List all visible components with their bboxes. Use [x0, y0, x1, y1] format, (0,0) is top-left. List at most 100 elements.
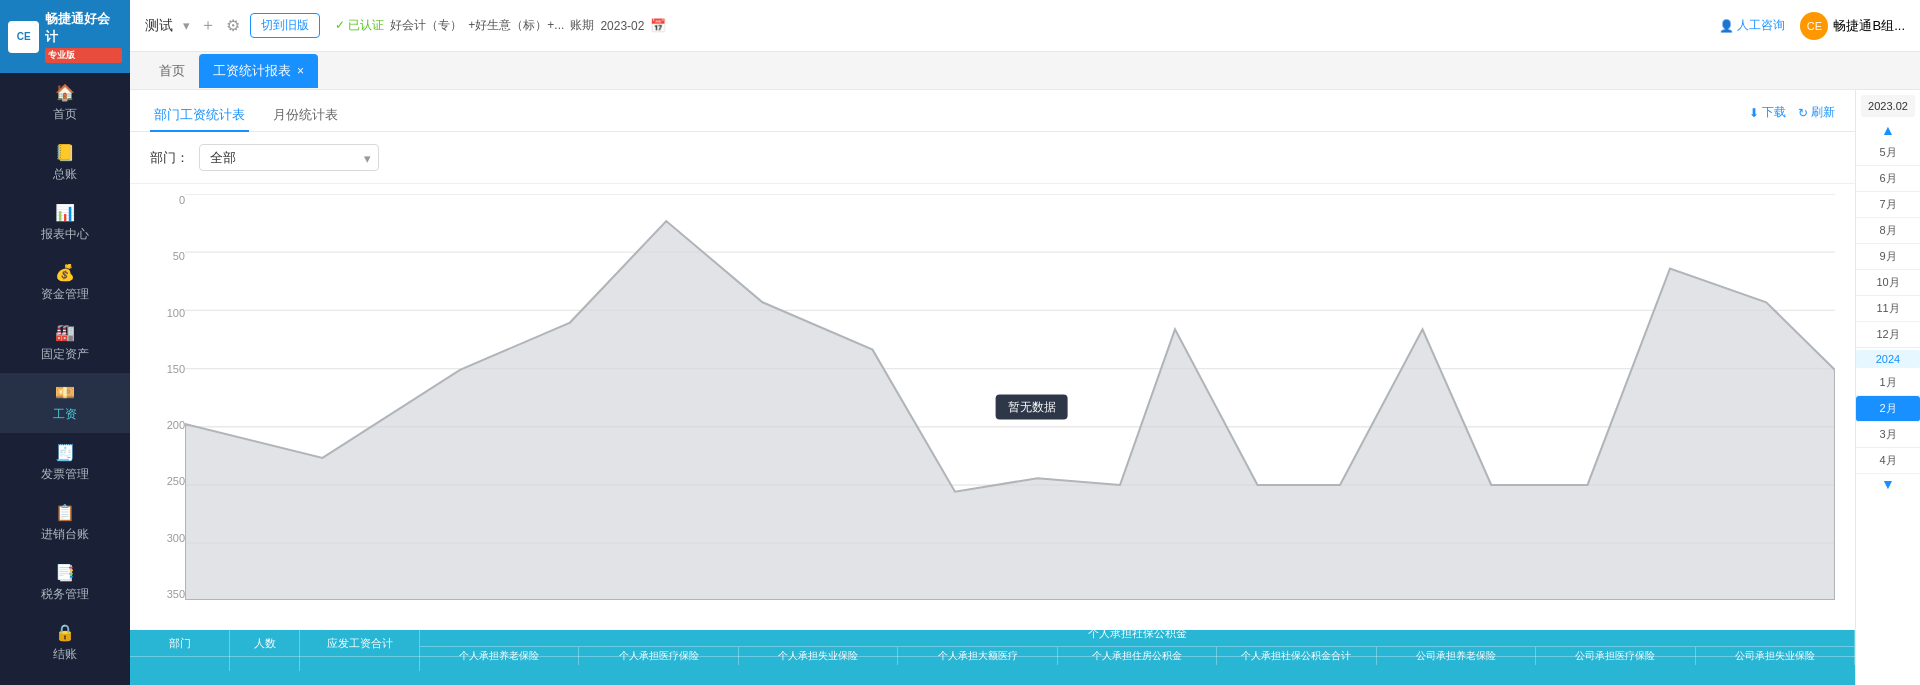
- tab-salary-report[interactable]: 工资统计报表 ×: [199, 54, 318, 88]
- sidebar-item-archive[interactable]: 📁 归档管理: [0, 673, 130, 685]
- calendar-icon[interactable]: 📅: [650, 18, 666, 33]
- chart-area: 350 300 250 200 150 100 50 0: [130, 184, 1855, 630]
- month-item-4-2024[interactable]: 4月: [1856, 448, 1920, 474]
- right-panel: 2023.02 ▲ 5月 6月 7月 8月 9月 10月 11月 12月 202…: [1855, 90, 1920, 685]
- download-button[interactable]: ⬇ 下载: [1749, 104, 1786, 121]
- inner-content: 部门工资统计表 月份统计表 ⬇ 下载 ↻ 刷新: [130, 90, 1855, 685]
- chart-tooltip: 暂无数据: [996, 395, 1068, 420]
- sales-icon: 📋: [55, 503, 75, 522]
- dept-select[interactable]: 全部 财务部 行政部 销售部 技术部: [199, 144, 379, 171]
- reports-icon: 📊: [55, 203, 75, 222]
- dept-select-wrapper: 全部 财务部 行政部 销售部 技术部 ▾: [199, 144, 379, 171]
- y-label-6: 50: [150, 250, 185, 262]
- app-name: 畅捷通好会计: [45, 10, 122, 46]
- sidebar-label-home: 首页: [53, 106, 77, 123]
- dropdown-arrow-icon[interactable]: ▾: [183, 18, 190, 33]
- month-item-1-2024[interactable]: 1月: [1856, 370, 1920, 396]
- month-item-10[interactable]: 10月: [1856, 270, 1920, 296]
- chart-inner: 暂无数据: [185, 194, 1835, 620]
- th-col-pension-personal: 个人承担养老保险: [420, 647, 579, 665]
- year-2024-label: 2024: [1856, 350, 1920, 368]
- th-col-major-medical-personal: 个人承担大额医疗: [898, 647, 1057, 665]
- tabs-bar: 首页 工资统计报表 ×: [130, 52, 1920, 90]
- sidebar-nav: 🏠 首页 📒 总账 📊 报表中心 💰 资金管理 🏭 固定资产 💴 工资 🧾 发票…: [0, 73, 130, 685]
- app-edition: 专业版: [45, 48, 122, 63]
- sidebar-label-salary: 工资: [53, 406, 77, 423]
- sidebar: CE 畅捷通好会计 专业版 🏠 首页 📒 总账 📊 报表中心 💰 资金管理 🏭 …: [0, 0, 130, 685]
- toolbar: 部门： 全部 财务部 行政部 销售部 技术部 ▾: [130, 132, 1855, 184]
- y-label-7: 0: [150, 194, 185, 206]
- month-item-3-2024[interactable]: 3月: [1856, 422, 1920, 448]
- year-nav-up-icon[interactable]: ▲: [1879, 120, 1897, 140]
- table-header-row1: 部门 人数 应发工资合计 个人承担社保公积金 个人承担养老保险 个人承担医疗保险…: [130, 630, 1855, 657]
- tax-icon: 📑: [55, 563, 75, 582]
- main-content: 测试 ▾ ＋ ⚙ 切到旧版 ✓ 已认证 好会计（专） +好生意（标）+... 账…: [130, 0, 1920, 685]
- refresh-icon: ↻: [1798, 106, 1808, 120]
- chart-wrapper: 350 300 250 200 150 100 50 0: [150, 194, 1835, 620]
- sidebar-item-funds[interactable]: 💰 资金管理: [0, 253, 130, 313]
- tab-home[interactable]: 首页: [145, 54, 199, 88]
- topbar-badges: ✓ 已认证 好会计（专） +好生意（标）+... 账期 2023-02 📅: [335, 17, 666, 34]
- sidebar-label-sales: 进销台账: [41, 526, 89, 543]
- th-col-unemployment-personal: 个人承担失业保险: [739, 647, 898, 665]
- sidebar-item-close[interactable]: 🔒 结账: [0, 613, 130, 673]
- th-col-medical-company: 公司承担医疗保险: [1536, 647, 1695, 665]
- y-label-1: 300: [150, 532, 185, 544]
- topbar-settings-icon[interactable]: ⚙: [226, 16, 240, 35]
- ledger-icon: 📒: [55, 143, 75, 162]
- y-label-5: 100: [150, 307, 185, 319]
- table-header: 部门 人数 应发工资合计 个人承担社保公积金 个人承担养老保险 个人承担医疗保险…: [130, 630, 1855, 685]
- y-label-2: 250: [150, 475, 185, 487]
- product-badge: 好会计（专）: [390, 17, 462, 34]
- sub-tabs-actions: ⬇ 下载 ↻ 刷新: [1749, 104, 1835, 127]
- tab-close-icon[interactable]: ×: [297, 64, 304, 78]
- refresh-button[interactable]: ↻ 刷新: [1798, 104, 1835, 121]
- certified-badge: ✓ 已认证: [335, 17, 384, 34]
- sidebar-item-invoice[interactable]: 🧾 发票管理: [0, 433, 130, 493]
- month-item-8[interactable]: 8月: [1856, 218, 1920, 244]
- topbar-title: 测试: [145, 17, 173, 35]
- th-social-cols: 个人承担养老保险 个人承担医疗保险 个人承担失业保险 个人承担大额医疗 个人承担…: [420, 647, 1854, 665]
- assets-icon: 🏭: [55, 323, 75, 342]
- month-item-12[interactable]: 12月: [1856, 322, 1920, 348]
- sidebar-label-reports: 报表中心: [41, 226, 89, 243]
- sidebar-label-invoice: 发票管理: [41, 466, 89, 483]
- addon-badge: +好生意（标）+...: [468, 17, 564, 34]
- y-label-0: 350: [150, 588, 185, 600]
- sidebar-label-ledger: 总账: [53, 166, 77, 183]
- help-button[interactable]: 👤 人工咨询: [1719, 17, 1785, 34]
- year-nav-down-icon[interactable]: ▼: [1879, 474, 1897, 494]
- avatar: CE: [1800, 12, 1828, 40]
- sidebar-item-assets[interactable]: 🏭 固定资产: [0, 313, 130, 373]
- sidebar-label-close: 结账: [53, 646, 77, 663]
- add-icon[interactable]: ＋: [200, 15, 216, 36]
- sub-tab-dept[interactable]: 部门工资统计表: [150, 100, 249, 132]
- sidebar-item-home[interactable]: 🏠 首页: [0, 73, 130, 133]
- month-item-5[interactable]: 5月: [1856, 140, 1920, 166]
- sidebar-item-sales[interactable]: 📋 进销台账: [0, 493, 130, 553]
- topbar-right: 👤 人工咨询 CE 畅捷通B组...: [1719, 12, 1905, 40]
- month-item-9[interactable]: 9月: [1856, 244, 1920, 270]
- invoice-icon: 🧾: [55, 443, 75, 462]
- switch-old-version-button[interactable]: 切到旧版: [250, 13, 320, 38]
- topbar: 测试 ▾ ＋ ⚙ 切到旧版 ✓ 已认证 好会计（专） +好生意（标）+... 账…: [130, 0, 1920, 52]
- logo-icon: CE: [8, 21, 39, 53]
- user-menu[interactable]: CE 畅捷通B组...: [1800, 12, 1905, 40]
- month-item-2-2024[interactable]: 2月: [1856, 396, 1920, 422]
- sub-tab-monthly[interactable]: 月份统计表: [269, 100, 342, 132]
- month-item-6[interactable]: 6月: [1856, 166, 1920, 192]
- sidebar-item-salary[interactable]: 💴 工资: [0, 373, 130, 433]
- th-col-pension-company: 公司承担养老保险: [1377, 647, 1536, 665]
- sidebar-item-ledger[interactable]: 📒 总账: [0, 133, 130, 193]
- sidebar-label-funds: 资金管理: [41, 286, 89, 303]
- th-col-social-total-personal: 个人承担社保公积金合计: [1217, 647, 1376, 665]
- app-logo: CE 畅捷通好会计 专业版: [0, 0, 130, 73]
- sidebar-item-reports[interactable]: 📊 报表中心: [0, 193, 130, 253]
- year-label: 2023.02: [1861, 95, 1915, 117]
- month-item-11[interactable]: 11月: [1856, 296, 1920, 322]
- month-item-7[interactable]: 7月: [1856, 192, 1920, 218]
- close-period-icon: 🔒: [55, 623, 75, 642]
- dept-label: 部门：: [150, 149, 189, 167]
- sidebar-item-tax[interactable]: 📑 税务管理: [0, 553, 130, 613]
- page-content: 部门工资统计表 月份统计表 ⬇ 下载 ↻ 刷新: [130, 90, 1920, 685]
